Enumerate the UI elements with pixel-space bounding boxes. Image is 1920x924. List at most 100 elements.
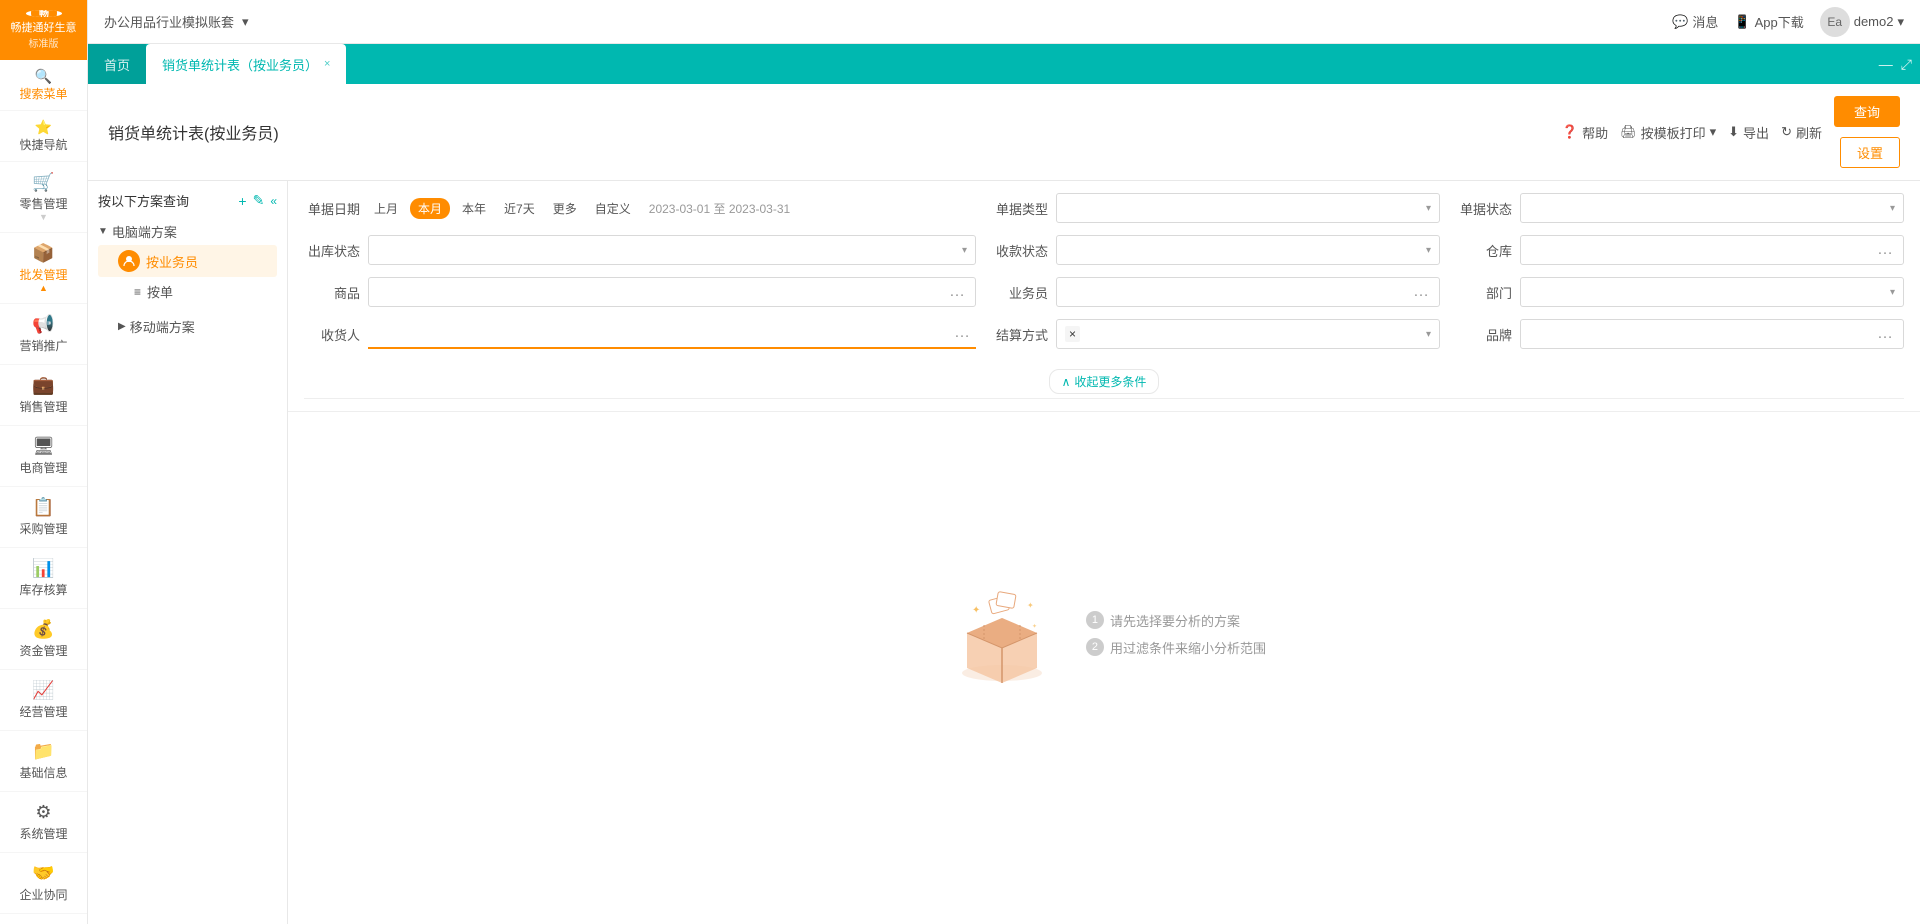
refresh-button[interactable]: ↻ 刷新: [1781, 123, 1822, 142]
doctype-select[interactable]: ▾: [1056, 193, 1440, 223]
product-label: 商品: [304, 283, 360, 302]
refresh-icon: ↻: [1781, 124, 1792, 140]
sidebar-item-operation[interactable]: 📈 经营管理: [0, 670, 87, 731]
svg-text:✦: ✦: [1032, 623, 1037, 630]
collapse-icon: ∧: [1062, 375, 1071, 389]
retail-icon: 🛒: [4, 172, 83, 193]
query-buttons: 查询 设置: [1834, 96, 1900, 168]
print-dropdown-icon: ▾: [1710, 124, 1717, 140]
date-btn-custom[interactable]: 自定义: [589, 198, 637, 219]
scheme-mobile-section[interactable]: ▶ 移动端方案: [98, 312, 277, 341]
settlement-tag: ×: [1065, 326, 1080, 342]
tab-close-icon[interactable]: ×: [324, 58, 330, 70]
sidebar-item-sales[interactable]: 💼 销售管理: [0, 365, 87, 426]
department-label: 部门: [1456, 283, 1512, 302]
user-profile[interactable]: Ea demo2 ▾: [1820, 7, 1904, 37]
scheme-actions: + ✎ «: [238, 192, 277, 209]
operation-icon: 📈: [4, 680, 83, 701]
help-button[interactable]: ❓ 帮助: [1562, 123, 1608, 142]
svg-text:✦: ✦: [972, 605, 980, 616]
collection-arrow-icon: ▾: [1426, 245, 1431, 256]
sidebar-item-finance[interactable]: 💰 资金管理: [0, 609, 87, 670]
sidebar-quick-nav[interactable]: ⭐ 快捷导航: [0, 111, 87, 162]
warehouse-input[interactable]: …: [1520, 235, 1904, 265]
collapse-row: ∧ 收起更多条件: [304, 361, 1904, 399]
tab-minimize-btn[interactable]: —: [1879, 56, 1893, 72]
app-logo: 畅 畅捷通好生意 标准版: [0, 0, 88, 60]
export-button[interactable]: ⬇ 导出: [1728, 123, 1769, 142]
date-btn-this-year[interactable]: 本年: [456, 198, 492, 219]
sidebar-item-ecommerce[interactable]: 🖥 电商管理: [0, 426, 87, 487]
filter-consignee-item: 收货人 …: [304, 319, 976, 349]
collection-label: 收款状态: [992, 241, 1048, 260]
tab-active[interactable]: 销货单统计表（按业务员） ×: [146, 44, 346, 84]
message-icon: 💬: [1672, 14, 1688, 30]
export-icon: ⬇: [1728, 124, 1739, 140]
docstatus-select[interactable]: ▾: [1520, 193, 1904, 223]
svg-text:✦: ✦: [1027, 601, 1034, 610]
date-btn-7days[interactable]: 近7天: [498, 198, 541, 219]
date-label: 单据日期: [304, 199, 360, 218]
print-button[interactable]: 🖨 按模板打印 ▾: [1620, 123, 1716, 142]
shipstatus-arrow-icon: ▾: [962, 245, 967, 256]
doctype-arrow-icon: ▾: [1426, 203, 1431, 214]
consignee-input[interactable]: …: [368, 319, 976, 349]
settings-button[interactable]: 设置: [1840, 137, 1900, 168]
tab-bar: 首页 销货单统计表（按业务员） × — ⤢: [88, 44, 1920, 84]
scheme-item-salesperson[interactable]: 按业务员: [98, 245, 277, 277]
filter-salesperson-item: 业务员 …: [992, 277, 1440, 307]
sub-item-icon: ≡: [134, 285, 141, 299]
scheme-item-by-order[interactable]: ≡ 按单: [98, 277, 277, 306]
product-input[interactable]: …: [368, 277, 976, 307]
filter-row-4: 收货人 … 结算方式 × ▾: [304, 319, 1904, 349]
sidebar-item-wholesale[interactable]: 📦 批发管理 ▲: [0, 233, 87, 304]
message-button[interactable]: 💬 消息: [1672, 12, 1718, 31]
sidebar-item-basic[interactable]: 📁 基础信息: [0, 731, 87, 792]
help-icon: ❓: [1562, 124, 1578, 140]
shipstatus-select[interactable]: ▾: [368, 235, 976, 265]
marketing-icon: 📢: [4, 314, 83, 335]
sidebar-search[interactable]: 🔍 搜索菜单: [0, 60, 87, 111]
date-btn-last-month[interactable]: 上月: [368, 198, 404, 219]
salesperson-label: 业务员: [992, 283, 1048, 302]
scheme-add-btn[interactable]: +: [238, 192, 246, 209]
settlement-label: 结算方式: [992, 325, 1048, 344]
sidebar-item-system[interactable]: ⚙ 系统管理: [0, 792, 87, 853]
department-select[interactable]: ▾: [1520, 277, 1904, 307]
filter-product-item: 商品 …: [304, 277, 976, 307]
sidebar-item-purchase[interactable]: 📋 采购管理: [0, 487, 87, 548]
filter-warehouse-item: 仓库 …: [1456, 235, 1904, 265]
sidebar-item-retail[interactable]: 🛒 零售管理 ▼: [0, 162, 87, 233]
settlement-select[interactable]: × ▾: [1056, 319, 1440, 349]
filter-settlement-item: 结算方式 × ▾: [992, 319, 1440, 349]
scheme-collapse-btn[interactable]: «: [270, 192, 277, 209]
warehouse-dots-icon: …: [1877, 241, 1895, 259]
sidebar-item-inventory[interactable]: 📊 库存核算: [0, 548, 87, 609]
product-dots-icon: …: [949, 283, 967, 301]
sidebar-item-newuser[interactable]: 🎯 新手引导: [0, 914, 87, 924]
breadcrumb-area: 办公用品行业模拟账套 ▾: [104, 12, 249, 31]
finance-icon: 💰: [4, 619, 83, 640]
salesperson-input[interactable]: …: [1056, 277, 1440, 307]
filter-row-3: 商品 … 业务员 …: [304, 277, 1904, 307]
page-header: 销货单统计表(按业务员) ❓ 帮助 🖨 按模板打印 ▾ ⬇ 导出 ↻ 刷新: [88, 84, 1920, 181]
pc-arrow-icon: ▼: [98, 226, 108, 237]
tab-home[interactable]: 首页: [88, 44, 146, 84]
scheme-panel: 按以下方案查询 + ✎ « ▼ 电脑端方案: [88, 181, 288, 924]
sidebar-item-cooperation[interactable]: 🤝 企业协同: [0, 853, 87, 914]
collection-select[interactable]: ▾: [1056, 235, 1440, 265]
content-area: 销货单统计表(按业务员) ❓ 帮助 🖨 按模板打印 ▾ ⬇ 导出 ↻ 刷新: [88, 84, 1920, 924]
collapse-btn[interactable]: ∧ 收起更多条件: [1049, 369, 1160, 394]
scheme-pc-section: ▼ 电脑端方案 按业务员 ≡ 按单: [98, 218, 277, 306]
date-btn-more[interactable]: 更多: [547, 198, 583, 219]
date-btn-this-month[interactable]: 本月: [410, 198, 450, 219]
top-header: 办公用品行业模拟账套 ▾ 💬 消息 📱 App下载 Ea demo2 ▾: [88, 0, 1920, 44]
query-button[interactable]: 查询: [1834, 96, 1900, 127]
app-download-button[interactable]: 📱 App下载: [1734, 12, 1803, 31]
scheme-pc-header[interactable]: ▼ 电脑端方案: [98, 218, 277, 245]
brand-input[interactable]: …: [1520, 319, 1904, 349]
scheme-edit-btn[interactable]: ✎: [253, 192, 265, 209]
breadcrumb-text: 办公用品行业模拟账套: [104, 12, 234, 31]
sidebar-item-marketing[interactable]: 📢 营销推广: [0, 304, 87, 365]
tab-maximize-btn[interactable]: ⤢: [1901, 56, 1912, 73]
